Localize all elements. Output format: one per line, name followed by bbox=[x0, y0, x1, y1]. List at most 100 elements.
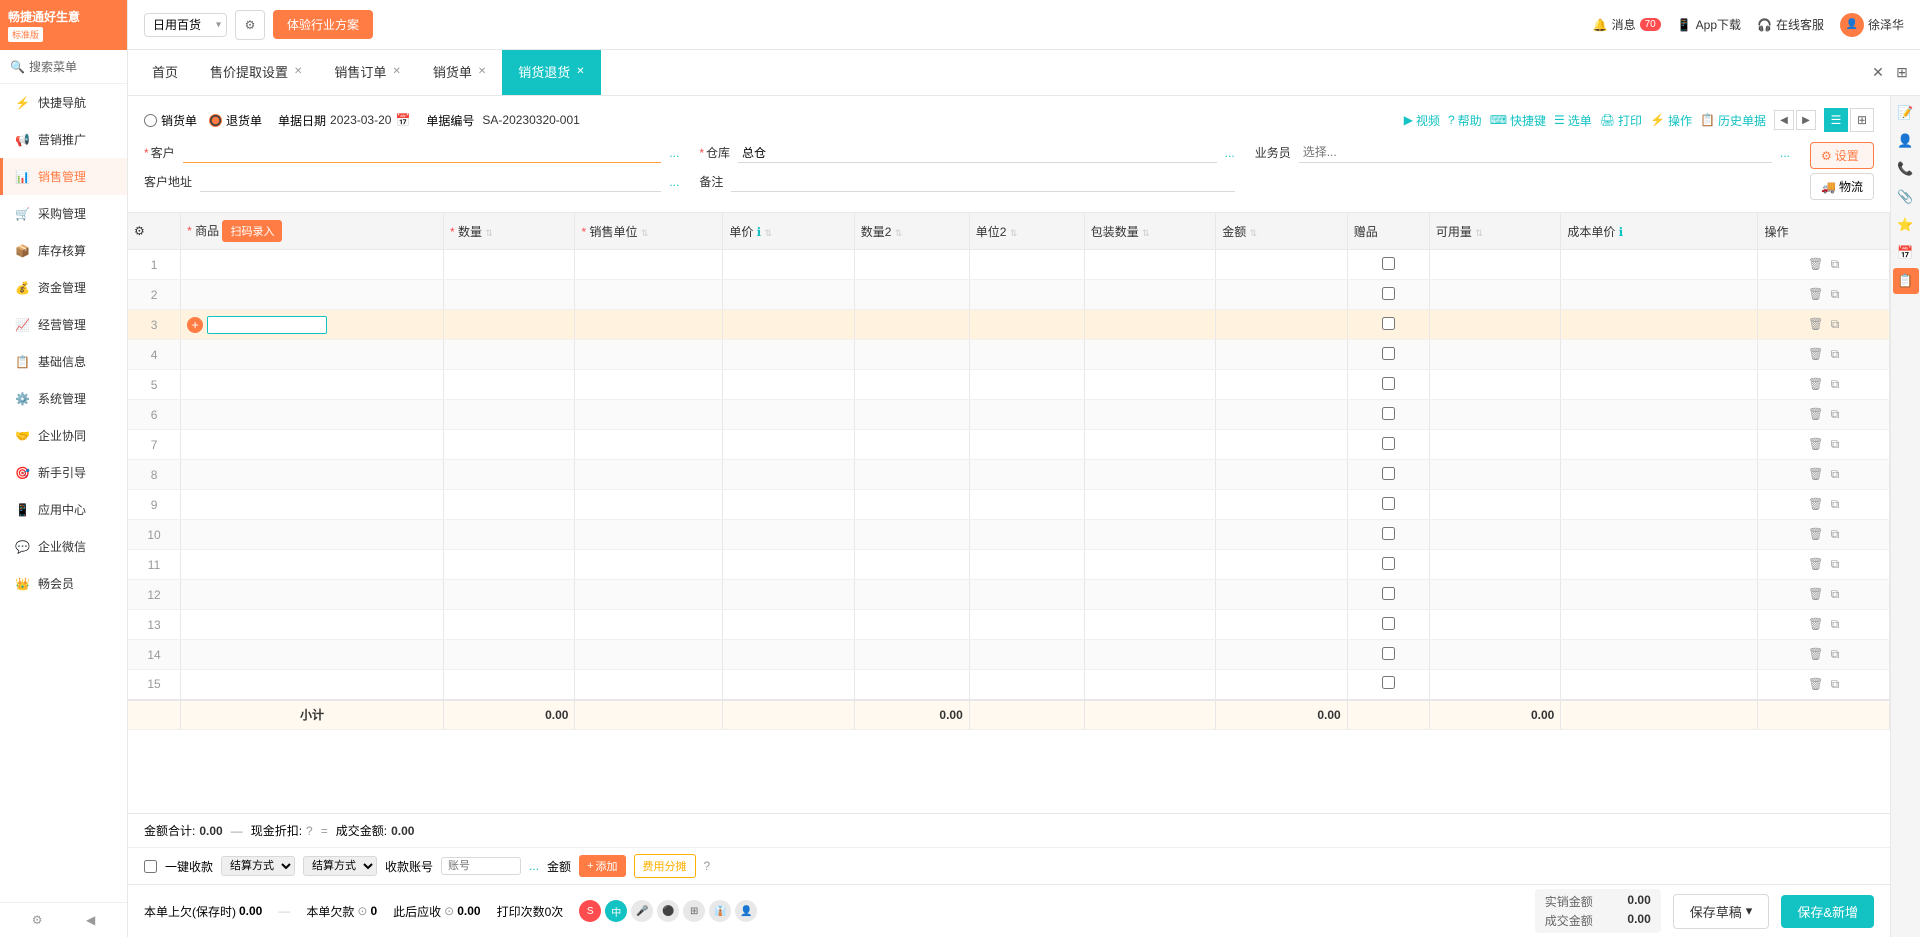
delete-icon[interactable]: 🗑 bbox=[1808, 677, 1823, 691]
row-cost-price[interactable] bbox=[1561, 280, 1758, 310]
row-qty2[interactable] bbox=[854, 460, 969, 490]
copy-icon[interactable]: ⧉ bbox=[1831, 527, 1840, 541]
row-pack-qty[interactable] bbox=[1084, 370, 1215, 400]
add-btn[interactable]: + 添加 bbox=[579, 855, 625, 877]
gift-checkbox[interactable] bbox=[1382, 347, 1395, 360]
row-unit[interactable] bbox=[575, 400, 723, 430]
video-action[interactable]: ▶ 视频 bbox=[1404, 112, 1440, 129]
radio-return-input[interactable] bbox=[209, 114, 222, 127]
address-input[interactable] bbox=[200, 171, 661, 192]
sidebar-item-wechat[interactable]: 💬 企业微信 bbox=[0, 528, 127, 565]
settings-btn[interactable]: ⚙ 设置 bbox=[1810, 142, 1874, 169]
sidebar-item-inventory[interactable]: 📦 库存核算 bbox=[0, 232, 127, 269]
settings-gear-icon[interactable]: ⚙ bbox=[32, 913, 43, 927]
row-cost-price[interactable] bbox=[1561, 310, 1758, 340]
row-unit[interactable] bbox=[575, 490, 723, 520]
row-unit2[interactable] bbox=[969, 250, 1084, 280]
list-view-btn[interactable]: ☰ bbox=[1824, 108, 1848, 132]
gift-checkbox[interactable] bbox=[1382, 437, 1395, 450]
sidebar-item-operations[interactable]: 📈 经营管理 bbox=[0, 306, 127, 343]
one-click-payment-checkbox[interactable] bbox=[144, 860, 157, 873]
goods-input[interactable] bbox=[207, 316, 327, 334]
copy-icon[interactable]: ⧉ bbox=[1831, 587, 1840, 601]
row-qty[interactable] bbox=[443, 610, 574, 640]
row-goods[interactable]: + bbox=[181, 310, 444, 340]
sidebar-item-marketing[interactable]: 📢 营销推广 bbox=[0, 121, 127, 158]
row-amount[interactable] bbox=[1216, 310, 1347, 340]
row-price[interactable] bbox=[723, 520, 854, 550]
row-unit2[interactable] bbox=[969, 550, 1084, 580]
row-available[interactable] bbox=[1429, 610, 1560, 640]
radio-return[interactable]: 退货单 bbox=[209, 112, 262, 129]
calendar-icon[interactable]: 📅 bbox=[395, 113, 410, 127]
row-pack-qty[interactable] bbox=[1084, 640, 1215, 670]
row-qty[interactable] bbox=[443, 550, 574, 580]
tab-home[interactable]: 首页 bbox=[136, 50, 194, 95]
row-price[interactable] bbox=[723, 490, 854, 520]
row-unit2[interactable] bbox=[969, 670, 1084, 700]
scan-btn[interactable]: 扫码录入 bbox=[222, 220, 282, 242]
tab-sale-order[interactable]: 销售订单 ✕ bbox=[318, 50, 416, 95]
row-amount[interactable] bbox=[1216, 430, 1347, 460]
tab-sale-order-close[interactable]: ✕ bbox=[392, 66, 400, 77]
account-input[interactable] bbox=[441, 857, 521, 875]
customer-dots[interactable]: ... bbox=[669, 146, 679, 160]
row-cost-price[interactable] bbox=[1561, 610, 1758, 640]
row-available[interactable] bbox=[1429, 670, 1560, 700]
unit2-sort-icon[interactable]: ⇅ bbox=[1010, 228, 1018, 238]
split-question-icon[interactable]: ? bbox=[704, 859, 711, 873]
tab-sale-price-close[interactable]: ✕ bbox=[294, 66, 302, 77]
row-amount[interactable] bbox=[1216, 460, 1347, 490]
row-qty[interactable] bbox=[443, 640, 574, 670]
row-available[interactable] bbox=[1429, 400, 1560, 430]
row-amount[interactable] bbox=[1216, 640, 1347, 670]
row-pack-qty[interactable] bbox=[1084, 580, 1215, 610]
gift-checkbox[interactable] bbox=[1382, 287, 1395, 300]
qty-sort-icon[interactable]: ⇅ bbox=[485, 228, 493, 238]
delete-icon[interactable]: 🗑 bbox=[1808, 617, 1823, 631]
delete-icon[interactable]: 🗑 bbox=[1808, 377, 1823, 391]
delete-icon[interactable]: 🗑 bbox=[1808, 287, 1823, 301]
row-gift[interactable] bbox=[1347, 430, 1429, 460]
row-goods[interactable] bbox=[181, 430, 444, 460]
delete-icon[interactable]: 🗑 bbox=[1808, 317, 1823, 331]
delete-icon[interactable]: 🗑 bbox=[1808, 587, 1823, 601]
row-pack-qty[interactable] bbox=[1084, 310, 1215, 340]
sidebar-item-sales[interactable]: 📊 销售管理 bbox=[0, 158, 127, 195]
row-available[interactable] bbox=[1429, 490, 1560, 520]
row-pack-qty[interactable] bbox=[1084, 280, 1215, 310]
row-qty[interactable] bbox=[443, 340, 574, 370]
gift-checkbox[interactable] bbox=[1382, 497, 1395, 510]
row-gift[interactable] bbox=[1347, 490, 1429, 520]
row-cost-price[interactable] bbox=[1561, 490, 1758, 520]
delete-icon[interactable]: 🗑 bbox=[1808, 257, 1823, 271]
row-unit[interactable] bbox=[575, 520, 723, 550]
row-gift[interactable] bbox=[1347, 550, 1429, 580]
row-amount[interactable] bbox=[1216, 490, 1347, 520]
row-qty2[interactable] bbox=[854, 550, 969, 580]
gift-checkbox[interactable] bbox=[1382, 377, 1395, 390]
row-unit[interactable] bbox=[575, 310, 723, 340]
row-amount[interactable] bbox=[1216, 550, 1347, 580]
row-pack-qty[interactable] bbox=[1084, 670, 1215, 700]
row-gift[interactable] bbox=[1347, 670, 1429, 700]
row-amount[interactable] bbox=[1216, 670, 1347, 700]
row-pack-qty[interactable] bbox=[1084, 520, 1215, 550]
copy-icon[interactable]: ⧉ bbox=[1831, 377, 1840, 391]
row-unit2[interactable] bbox=[969, 310, 1084, 340]
row-pack-qty[interactable] bbox=[1084, 610, 1215, 640]
warehouse-input[interactable] bbox=[738, 142, 1217, 163]
statusbar-icon-grid[interactable]: ⊞ bbox=[683, 900, 705, 922]
row-qty[interactable] bbox=[443, 310, 574, 340]
row-amount[interactable] bbox=[1216, 400, 1347, 430]
row-pack-qty[interactable] bbox=[1084, 340, 1215, 370]
row-goods[interactable] bbox=[181, 370, 444, 400]
print-action[interactable]: 🖨 打印 bbox=[1600, 112, 1642, 129]
row-unit[interactable] bbox=[575, 610, 723, 640]
copy-icon[interactable]: ⧉ bbox=[1831, 317, 1840, 331]
row-qty[interactable] bbox=[443, 280, 574, 310]
row-available[interactable] bbox=[1429, 370, 1560, 400]
row-unit2[interactable] bbox=[969, 640, 1084, 670]
row-unit2[interactable] bbox=[969, 460, 1084, 490]
row-available[interactable] bbox=[1429, 640, 1560, 670]
